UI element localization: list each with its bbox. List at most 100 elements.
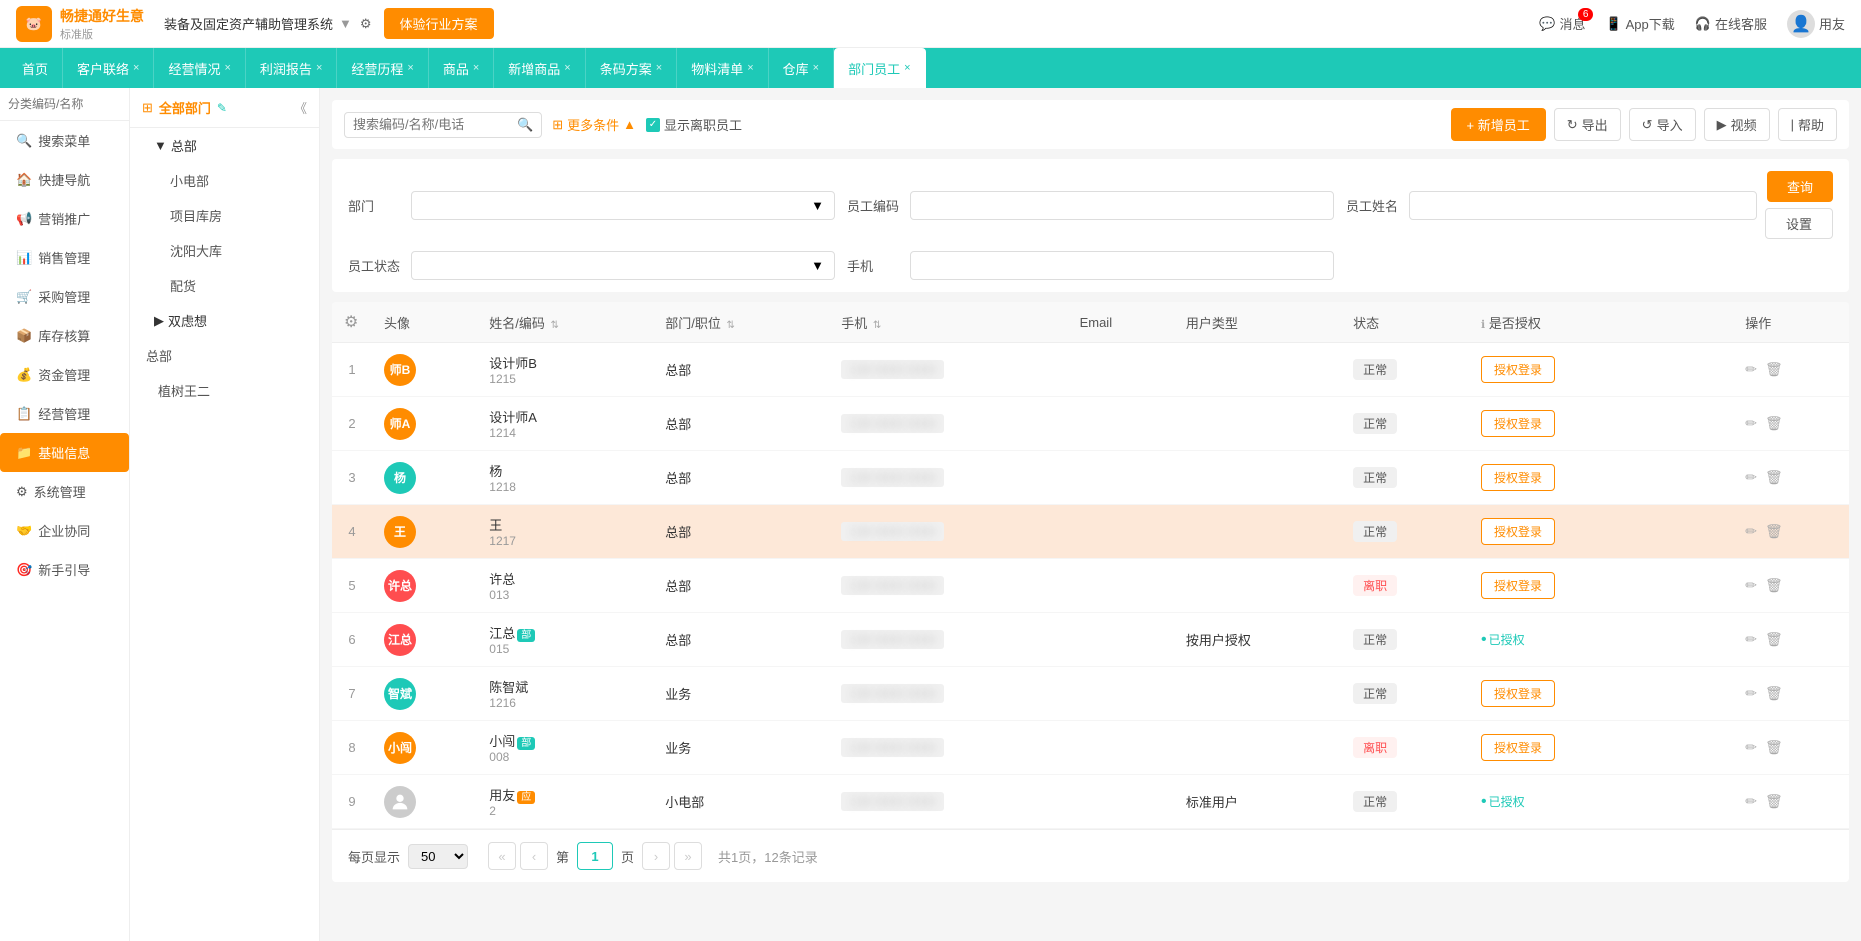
close-icon[interactable]: ×	[407, 62, 413, 74]
dept-tree-edit-icon[interactable]: ✎	[217, 101, 227, 115]
delete-icon[interactable]: 🗑	[1765, 361, 1783, 378]
tab-barcode[interactable]: 条码方案×	[586, 48, 677, 88]
auth-button[interactable]: 授权登录	[1481, 680, 1555, 707]
sidebar-item-business[interactable]: 📋 经营管理	[0, 394, 129, 433]
help-button[interactable]: | 帮助	[1778, 108, 1837, 141]
import-button[interactable]: ↺ 导入	[1629, 108, 1696, 141]
close-icon[interactable]: ×	[656, 62, 662, 74]
edit-icon[interactable]: ✏	[1745, 469, 1757, 486]
settings-icon[interactable]: ⚙	[360, 16, 372, 32]
app-download-button[interactable]: 📱 App下载	[1605, 14, 1674, 33]
messages-button[interactable]: 💬 消息 6	[1539, 14, 1585, 33]
tab-bom[interactable]: 物料清单×	[677, 48, 768, 88]
reset-button[interactable]: 设置	[1765, 208, 1833, 239]
more-filter-button[interactable]: ⊞ 更多条件 ▲	[552, 115, 636, 134]
close-icon[interactable]: ×	[747, 62, 753, 74]
dept-item-project[interactable]: 项目库房	[154, 198, 319, 233]
sidebar-item-base-info[interactable]: 📁 基础信息	[0, 433, 129, 472]
tab-operations[interactable]: 经营情况×	[154, 48, 245, 88]
sidebar-item-guide[interactable]: 🎯 新手引导	[0, 550, 129, 589]
sidebar-item-system[interactable]: ⚙ 系统管理	[0, 472, 129, 511]
dept-item-zongbu-header[interactable]: ▼ 总部	[138, 128, 319, 163]
first-page-button[interactable]: «	[488, 842, 516, 870]
edit-icon[interactable]: ✏	[1745, 631, 1757, 648]
edit-icon[interactable]: ✏	[1745, 685, 1757, 702]
filter-phone-input[interactable]	[910, 251, 1334, 280]
filter-empcode-input[interactable]	[910, 191, 1334, 220]
last-page-button[interactable]: »	[674, 842, 702, 870]
per-page-select[interactable]: 50 100 200	[408, 844, 468, 869]
auth-button[interactable]: 授权登录	[1481, 464, 1555, 491]
close-icon[interactable]: ×	[316, 62, 322, 74]
sidebar-item-purchase[interactable]: 🛒 采购管理	[0, 277, 129, 316]
filter-dept-select[interactable]: ▼	[411, 191, 835, 220]
delete-icon[interactable]: 🗑	[1765, 739, 1783, 756]
delete-icon[interactable]: 🗑	[1765, 523, 1783, 540]
edit-icon[interactable]: ✏	[1745, 415, 1757, 432]
tab-history[interactable]: 经营历程×	[337, 48, 428, 88]
close-icon[interactable]: ×	[224, 62, 230, 74]
delete-icon[interactable]: 🗑	[1765, 685, 1783, 702]
sidebar-item-search[interactable]: 🔍 搜索菜单	[0, 121, 129, 160]
delete-icon[interactable]: 🗑	[1765, 469, 1783, 486]
edit-icon[interactable]: ✏	[1745, 577, 1757, 594]
delete-icon[interactable]: 🗑	[1765, 415, 1783, 432]
delete-icon[interactable]: 🗑	[1765, 631, 1783, 648]
sidebar-item-quicknav[interactable]: 🏠 快捷导航	[0, 160, 129, 199]
sidebar-item-collab[interactable]: 🤝 企业协同	[0, 511, 129, 550]
auth-button[interactable]: 授权登录	[1481, 518, 1555, 545]
sidebar-item-sales[interactable]: 📊 销售管理	[0, 238, 129, 277]
col-dept[interactable]: 部门/职位 ⇅	[653, 302, 829, 343]
auth-button[interactable]: 授权登录	[1481, 572, 1555, 599]
tab-warehouse[interactable]: 仓库×	[769, 48, 834, 88]
sidebar-item-finance[interactable]: 💰 资金管理	[0, 355, 129, 394]
query-button[interactable]: 查询	[1767, 171, 1833, 202]
dept-item-peihuo[interactable]: 配货	[154, 268, 319, 303]
edit-icon[interactable]: ✏	[1745, 361, 1757, 378]
close-icon[interactable]: ×	[564, 62, 570, 74]
delete-icon[interactable]: 🗑	[1765, 577, 1783, 594]
show-resigned-toggle[interactable]: ✓ 显示离职员工	[646, 115, 742, 134]
close-icon[interactable]: ×	[473, 62, 479, 74]
filter-status-select[interactable]: ▼	[411, 251, 835, 280]
auth-button[interactable]: 授权登录	[1481, 410, 1555, 437]
sidebar-item-marketing[interactable]: 📢 营销推广	[0, 199, 129, 238]
trial-button[interactable]: 体验行业方案	[384, 8, 494, 39]
sidebar-search-input[interactable]	[8, 97, 130, 111]
tab-employees[interactable]: 部门员工×	[834, 48, 925, 88]
close-icon[interactable]: ×	[904, 62, 910, 74]
table-settings-icon[interactable]: ⚙	[344, 314, 358, 331]
edit-icon[interactable]: ✏	[1745, 793, 1757, 810]
tab-add-goods[interactable]: 新增商品×	[494, 48, 585, 88]
dept-tree-collapse-icon[interactable]: 《	[294, 98, 307, 117]
edit-icon[interactable]: ✏	[1745, 739, 1757, 756]
tab-goods[interactable]: 商品×	[429, 48, 494, 88]
filter-empname-input[interactable]	[1409, 191, 1757, 220]
dept-item-shuanglv[interactable]: ▶ 双虑想	[138, 303, 319, 338]
col-name[interactable]: 姓名/编码 ⇅	[477, 302, 653, 343]
prev-page-button[interactable]: ‹	[520, 842, 548, 870]
export-button[interactable]: ↻ 导出	[1554, 108, 1621, 141]
tab-customer[interactable]: 客户联络×	[63, 48, 154, 88]
col-phone[interactable]: 手机 ⇅	[829, 302, 1067, 343]
delete-icon[interactable]: 🗑	[1765, 793, 1783, 810]
dept-item-shenyang[interactable]: 沈阳大库	[154, 233, 319, 268]
next-page-button[interactable]: ›	[642, 842, 670, 870]
tab-home[interactable]: 首页	[8, 48, 63, 88]
auth-button[interactable]: 授权登录	[1481, 356, 1555, 383]
edit-icon[interactable]: ✏	[1745, 523, 1757, 540]
tab-profit[interactable]: 利润报告×	[246, 48, 337, 88]
video-button[interactable]: ▶ 视频	[1704, 108, 1770, 141]
close-icon[interactable]: ×	[813, 62, 819, 74]
dept-item-xiaodian[interactable]: 小电部	[154, 163, 319, 198]
dept-item-zhishu[interactable]: 植树王二	[130, 373, 319, 408]
sidebar-item-inventory[interactable]: 📦 库存核算	[0, 316, 129, 355]
user-menu[interactable]: 👤 用友	[1787, 10, 1845, 38]
show-resigned-checkbox[interactable]: ✓	[646, 118, 660, 132]
auth-button[interactable]: 授权登录	[1481, 734, 1555, 761]
add-employee-button[interactable]: + 新增员工	[1451, 108, 1546, 141]
close-icon[interactable]: ×	[133, 62, 139, 74]
search-input[interactable]	[353, 117, 513, 132]
online-service-button[interactable]: 🎧 在线客服	[1695, 14, 1767, 33]
search-icon[interactable]: 🔍	[517, 117, 533, 133]
